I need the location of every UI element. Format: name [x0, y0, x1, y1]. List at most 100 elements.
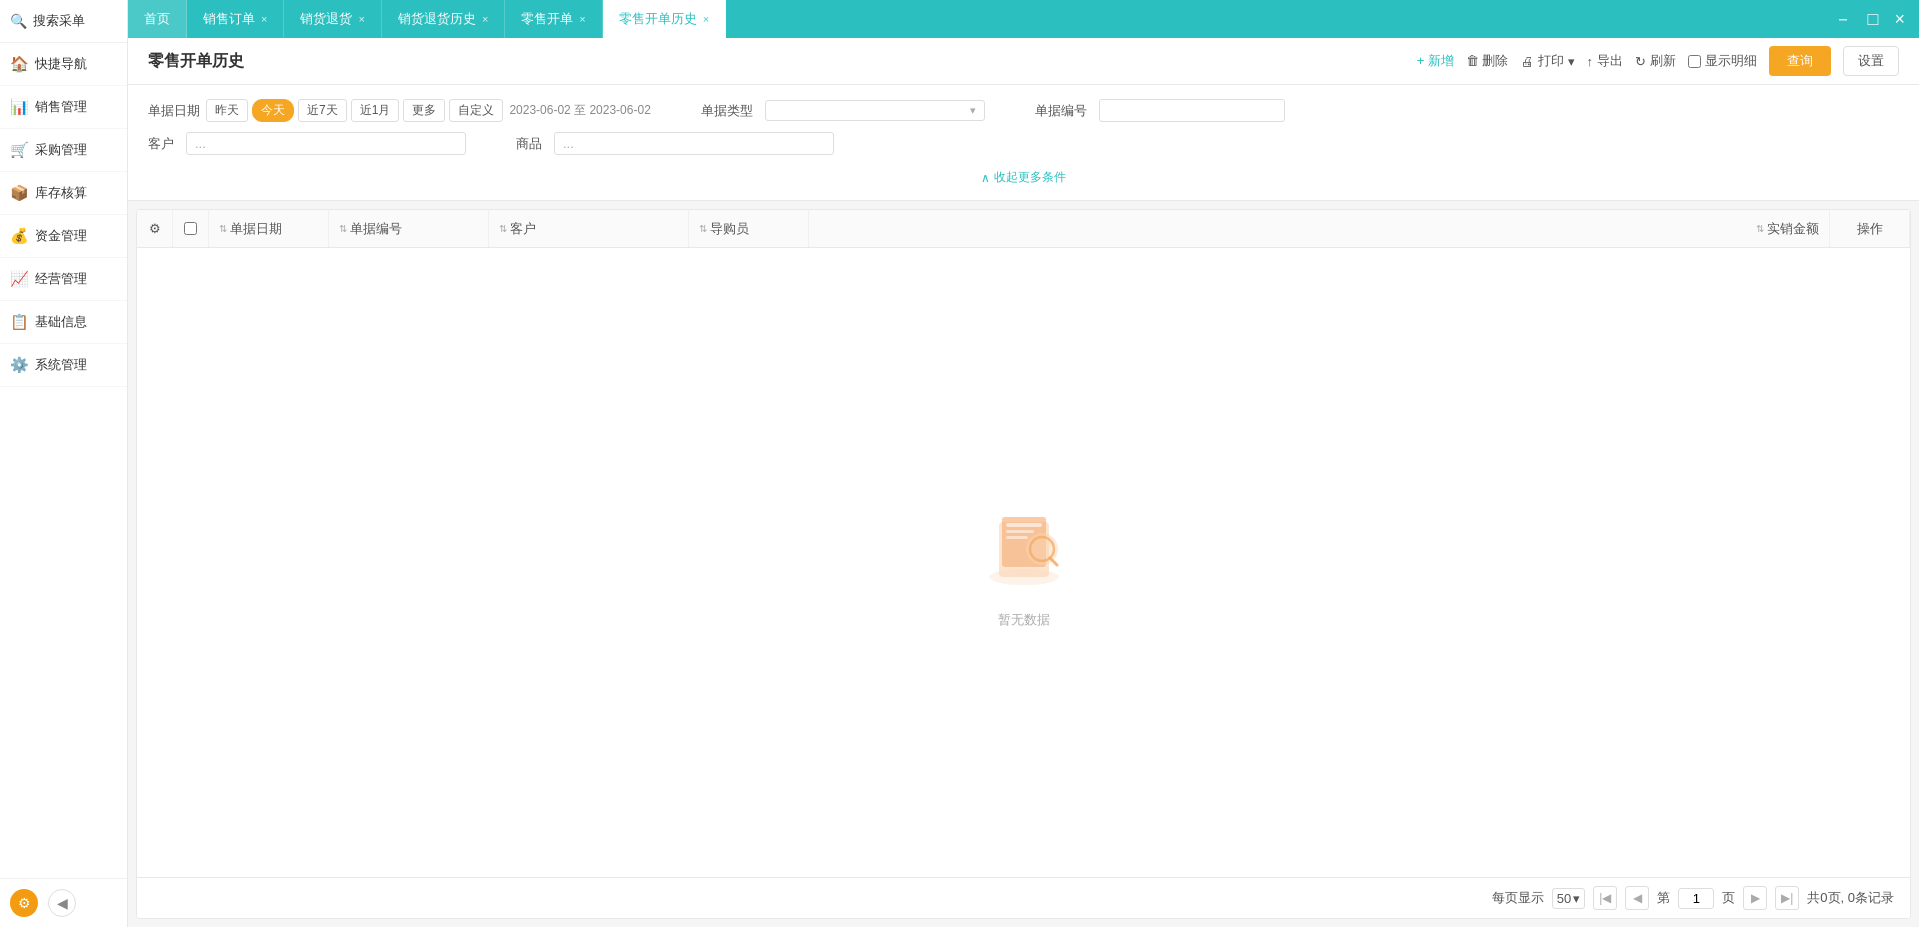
first-page-btn[interactable]: |◀: [1593, 886, 1617, 910]
th-date[interactable]: ⇅ 单据日期: [209, 210, 329, 247]
select-all-checkbox[interactable]: [184, 222, 197, 235]
inventory-icon: 📦: [10, 184, 29, 202]
order-type-filter: 单据类型 ▾: [701, 100, 985, 121]
th-no[interactable]: ⇅ 单据编号: [329, 210, 489, 247]
tab-retail-open[interactable]: 零售开单 ×: [505, 0, 602, 38]
per-page-value: 50: [1557, 891, 1571, 906]
print-button[interactable]: 🖨 打印 ▾: [1521, 52, 1575, 70]
sidebar-item-inventory[interactable]: 📦 库存核算: [0, 172, 127, 215]
maximize-button[interactable]: □: [1864, 9, 1883, 30]
date-last7-btn[interactable]: 近7天: [298, 99, 347, 122]
table-header: ⚙ ⇅ 单据日期 ⇅ 单据编号 ⇅ 客户 ⇅: [137, 210, 1910, 248]
sidebar-item-finance[interactable]: 💰 资金管理: [0, 215, 127, 258]
page-input[interactable]: 1: [1678, 888, 1714, 909]
page-label: 第: [1657, 889, 1670, 907]
tab-retail-open-history[interactable]: 零售开单历史 ×: [603, 0, 726, 38]
sidebar-item-sys-mgmt[interactable]: ⚙️ 系统管理: [0, 344, 127, 387]
collapse-more-text: 收起更多条件: [994, 169, 1066, 186]
date-today-btn[interactable]: 今天: [252, 99, 294, 122]
gear-icon: ⚙: [18, 895, 31, 911]
delete-button[interactable]: 🗑 删除: [1466, 52, 1509, 70]
svg-rect-4: [1006, 530, 1034, 533]
customer-input[interactable]: ...: [186, 132, 466, 155]
close-button[interactable]: ×: [1890, 9, 1909, 30]
sidebar-item-basic-info[interactable]: 📋 基础信息: [0, 301, 127, 344]
sidebar-item-label: 基础信息: [35, 313, 87, 331]
minimize-button[interactable]: －: [1830, 7, 1856, 31]
tab-sales-return[interactable]: 销货退货 ×: [284, 0, 381, 38]
tab-retail-open-history-close-icon[interactable]: ×: [703, 13, 709, 25]
export-label: 导出: [1597, 52, 1623, 70]
customer-placeholder: ...: [195, 136, 206, 151]
export-button[interactable]: ↑ 导出: [1587, 52, 1624, 70]
sidebar-search[interactable]: 🔍 搜索采单: [0, 0, 127, 43]
operations-icon: 📈: [10, 270, 29, 288]
toolbar: + 新增 🗑 删除 🖨 打印 ▾ ↑ 导出 ↻ 刷新 显示明细: [1417, 46, 1899, 76]
show-detail-input[interactable]: [1688, 55, 1701, 68]
sidebar-item-label: 资金管理: [35, 227, 87, 245]
product-input[interactable]: ...: [554, 132, 834, 155]
export-icon: ↑: [1587, 54, 1594, 69]
sort-customer-icon: ⇅: [499, 223, 507, 234]
last-page-btn[interactable]: ▶|: [1775, 886, 1799, 910]
pagination: 每页显示 50 ▾ |◀ ◀ 第 1 页 ▶ ▶| 共0页, 0条记录: [137, 877, 1910, 918]
prev-page-btn[interactable]: ◀: [1625, 886, 1649, 910]
per-page-select[interactable]: 50 ▾: [1552, 888, 1585, 909]
print-icon: 🖨: [1521, 54, 1534, 69]
tab-sales-order-close-icon[interactable]: ×: [261, 13, 267, 25]
tab-sales-return-close-icon[interactable]: ×: [358, 13, 364, 25]
page-header: 零售开单历史 + 新增 🗑 删除 🖨 打印 ▾ ↑ 导出 ↻ 刷新: [128, 38, 1919, 85]
order-type-select[interactable]: ▾: [765, 100, 985, 121]
sort-guide-icon: ⇅: [699, 223, 707, 234]
query-button[interactable]: 查询: [1769, 46, 1831, 76]
tab-sales-return-history[interactable]: 销货退货历史 ×: [382, 0, 505, 38]
date-last1m-btn[interactable]: 近1月: [351, 99, 400, 122]
settings-gear-button[interactable]: ⚙: [10, 889, 38, 917]
sidebar-item-quick-nav[interactable]: 🏠 快捷导航: [0, 43, 127, 86]
set-button[interactable]: 设置: [1843, 46, 1899, 76]
th-checkbox[interactable]: [173, 210, 209, 247]
tabs-window-controls: － □ ×: [1830, 7, 1919, 31]
sidebar-item-operations[interactable]: 📈 经营管理: [0, 258, 127, 301]
date-custom-btn[interactable]: 自定义: [449, 99, 503, 122]
date-yesterday-btn[interactable]: 昨天: [206, 99, 248, 122]
th-customer-label: 客户: [510, 220, 536, 238]
refresh-label: 刷新: [1650, 52, 1676, 70]
tab-retail-open-close-icon[interactable]: ×: [579, 13, 585, 25]
collapse-up-icon: ∧: [981, 171, 990, 185]
tab-home[interactable]: 首页: [128, 0, 187, 38]
date-filter: 单据日期 昨天 今天 近7天 近1月 更多 自定义 2023-06-02 至 2…: [148, 99, 651, 122]
tab-sales-return-history-close-icon[interactable]: ×: [482, 13, 488, 25]
product-filter: 商品 ...: [516, 132, 834, 155]
page-unit: 页: [1722, 889, 1735, 907]
empty-illustration: [974, 497, 1074, 597]
next-page-btn[interactable]: ▶: [1743, 886, 1767, 910]
sidebar-item-sales-mgmt[interactable]: 📊 销售管理: [0, 86, 127, 129]
tabs-bar: 首页 销售订单 × 销货退货 × 销货退货历史 × 零售开单 × 零售开单历史 …: [128, 0, 1919, 38]
sidebar-search-label: 搜索采单: [33, 12, 85, 30]
main-content: 首页 销售订单 × 销货退货 × 销货退货历史 × 零售开单 × 零售开单历史 …: [128, 0, 1919, 927]
page-content-area: 零售开单历史 + 新增 🗑 删除 🖨 打印 ▾ ↑ 导出 ↻ 刷新: [128, 38, 1919, 927]
th-date-label: 单据日期: [230, 220, 282, 238]
sidebar-item-purchase-mgmt[interactable]: 🛒 采购管理: [0, 129, 127, 172]
svg-rect-3: [1006, 523, 1042, 527]
sort-no-icon: ⇅: [339, 223, 347, 234]
th-guide[interactable]: ⇅ 导购员: [689, 210, 809, 247]
sidebar-item-label: 库存核算: [35, 184, 87, 202]
tab-sales-return-history-label: 销货退货历史: [398, 10, 476, 28]
tab-sales-order[interactable]: 销售订单 ×: [187, 0, 284, 38]
product-placeholder: ...: [563, 136, 574, 151]
filter-row-1: 单据日期 昨天 今天 近7天 近1月 更多 自定义 2023-06-02 至 2…: [148, 99, 1899, 122]
add-button[interactable]: + 新增: [1417, 52, 1454, 70]
th-settings[interactable]: ⚙: [137, 210, 173, 247]
order-no-label: 单据编号: [1035, 102, 1087, 120]
refresh-button[interactable]: ↻ 刷新: [1635, 52, 1676, 70]
show-detail-checkbox[interactable]: 显示明细: [1688, 52, 1757, 70]
order-no-input[interactable]: [1099, 99, 1285, 122]
th-customer[interactable]: ⇅ 客户: [489, 210, 689, 247]
th-amount[interactable]: ⇅ 实销金额: [809, 210, 1830, 247]
sidebar-collapse-button[interactable]: ◀: [48, 889, 76, 917]
empty-state: 暂无数据: [137, 248, 1910, 877]
collapse-more-btn[interactable]: ∧ 收起更多条件: [148, 165, 1899, 192]
date-more-btn[interactable]: 更多: [403, 99, 445, 122]
